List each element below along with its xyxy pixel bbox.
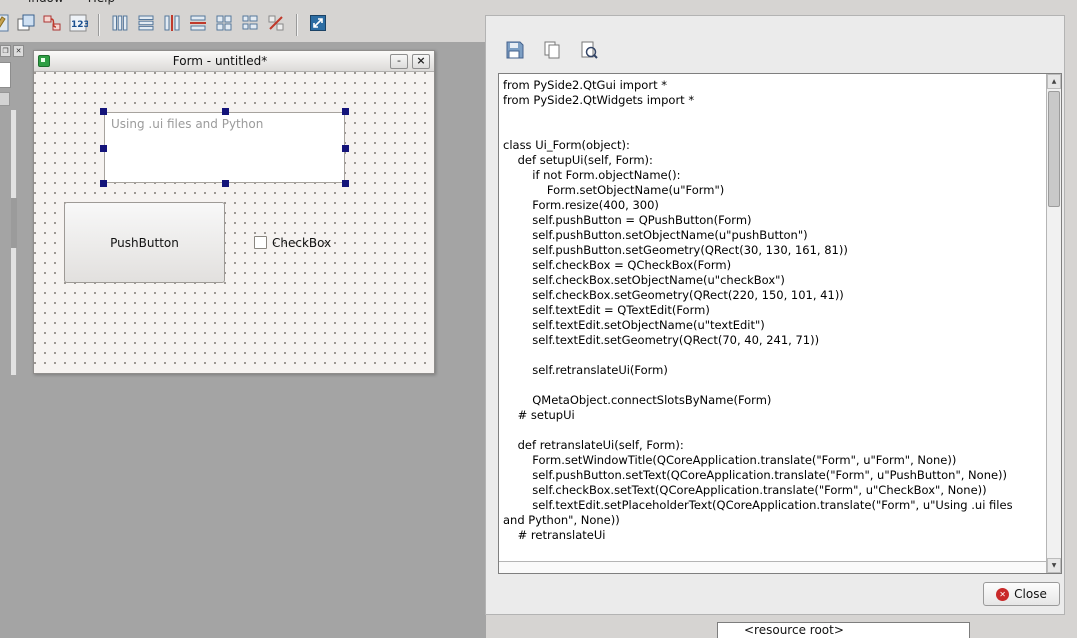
checkbox-indicator[interactable] — [254, 236, 267, 249]
close-button-label: Close — [1014, 587, 1047, 601]
form-close-button[interactable]: × — [412, 54, 430, 69]
vertical-scrollbar[interactable]: ▲ ▼ — [1046, 74, 1061, 573]
menubar: indow Help — [0, 0, 300, 6]
layout-horizontal-icon — [110, 13, 130, 36]
layout-horizontal-splitter-icon — [162, 13, 182, 36]
save-icon — [505, 40, 525, 63]
checkbox-widget[interactable]: CheckBox — [254, 222, 355, 263]
qt-designer-window: { "menubar": { "window_label": "indow", … — [0, 0, 1077, 638]
dock-float-button[interactable]: ❐ — [0, 45, 11, 57]
toolbar-button-break-layout[interactable] — [263, 12, 289, 38]
layout-grid-icon — [214, 13, 234, 36]
menu-help[interactable]: Help — [88, 0, 115, 5]
toolbar-separator — [98, 14, 100, 36]
toolbar-button-layout-horizontal[interactable] — [107, 12, 133, 38]
checkbox-label: CheckBox — [272, 236, 331, 250]
dock-close-button[interactable]: ✕ — [13, 45, 24, 57]
form-window-title: Form - untitled* — [54, 54, 386, 68]
dock-header-fragment — [0, 92, 10, 106]
edit-buddies-icon — [42, 13, 62, 36]
dock-filter-box[interactable] — [0, 62, 11, 88]
copy-icon — [542, 40, 562, 63]
find-icon — [579, 40, 599, 63]
pushbutton-widget[interactable]: PushButton — [64, 202, 225, 283]
dock-scrollbar[interactable] — [11, 110, 17, 375]
toolbar-button-layout-grid[interactable] — [211, 12, 237, 38]
find-button[interactable] — [576, 38, 602, 64]
toolbar-button-layout-form[interactable] — [237, 12, 263, 38]
toolbar-button-edit-tab-order[interactable]: 123 — [65, 12, 91, 38]
break-layout-icon — [266, 13, 286, 36]
main-toolbar: 123 — [0, 7, 486, 42]
toolbar-button-raise-widgets[interactable] — [13, 12, 39, 38]
layout-form-icon — [240, 13, 260, 36]
vertical-scrollbar-thumb[interactable] — [1048, 91, 1060, 207]
adjust-size-icon — [308, 13, 328, 36]
dialog-toolbar — [502, 38, 602, 64]
form-canvas[interactable]: Using .ui files and Python PushButton Ch… — [34, 72, 434, 372]
toolbar-separator — [296, 14, 298, 36]
form-minimize-button[interactable]: - — [390, 54, 408, 69]
dock-scrollbar-thumb[interactable] — [11, 198, 17, 248]
svg-text:123: 123 — [71, 20, 88, 30]
toolbar-button-layout-horizontal-splitter[interactable] — [159, 12, 185, 38]
toolbar-button-edit-buddies[interactable] — [39, 12, 65, 38]
resource-root-item[interactable]: <resource root> — [717, 622, 970, 638]
edit-tab-order-icon: 123 — [68, 13, 88, 36]
raise-widgets-icon — [16, 13, 36, 36]
scroll-down-icon[interactable]: ▼ — [1047, 558, 1061, 573]
code-view[interactable]: from PySide2.QtGui import * from PySide2… — [498, 73, 1062, 574]
form-designer-window: Form - untitled* - × Using .ui files and… — [33, 50, 435, 374]
toolbar-button-edit-widgets[interactable] — [0, 12, 13, 38]
horizontal-scrollbar[interactable] — [499, 561, 1046, 573]
save-button[interactable] — [502, 38, 528, 64]
form-window-titlebar[interactable]: Form - untitled* - × — [34, 51, 434, 72]
layout-vertical-splitter-icon — [188, 13, 208, 36]
code-text[interactable]: from PySide2.QtGui import * from PySide2… — [499, 74, 1045, 561]
toolbar-button-adjust-size[interactable] — [305, 12, 331, 38]
close-circle-icon: ✕ — [996, 588, 1009, 601]
edit-widgets-icon — [0, 13, 10, 36]
form-icon — [38, 55, 50, 67]
toolbar-button-layout-vertical[interactable] — [133, 12, 159, 38]
close-button[interactable]: ✕ Close — [983, 582, 1060, 606]
dock-titlebar-buttons: ❐ ✕ — [0, 45, 24, 57]
layout-vertical-icon — [136, 13, 156, 36]
textedit-widget[interactable]: Using .ui files and Python — [104, 112, 345, 183]
menu-window[interactable]: indow — [28, 0, 64, 5]
scroll-up-icon[interactable]: ▲ — [1047, 74, 1061, 89]
copy-button[interactable] — [539, 38, 565, 64]
toolbar-button-layout-vertical-splitter[interactable] — [185, 12, 211, 38]
code-preview-dialog: from PySide2.QtGui import * from PySide2… — [485, 15, 1065, 615]
